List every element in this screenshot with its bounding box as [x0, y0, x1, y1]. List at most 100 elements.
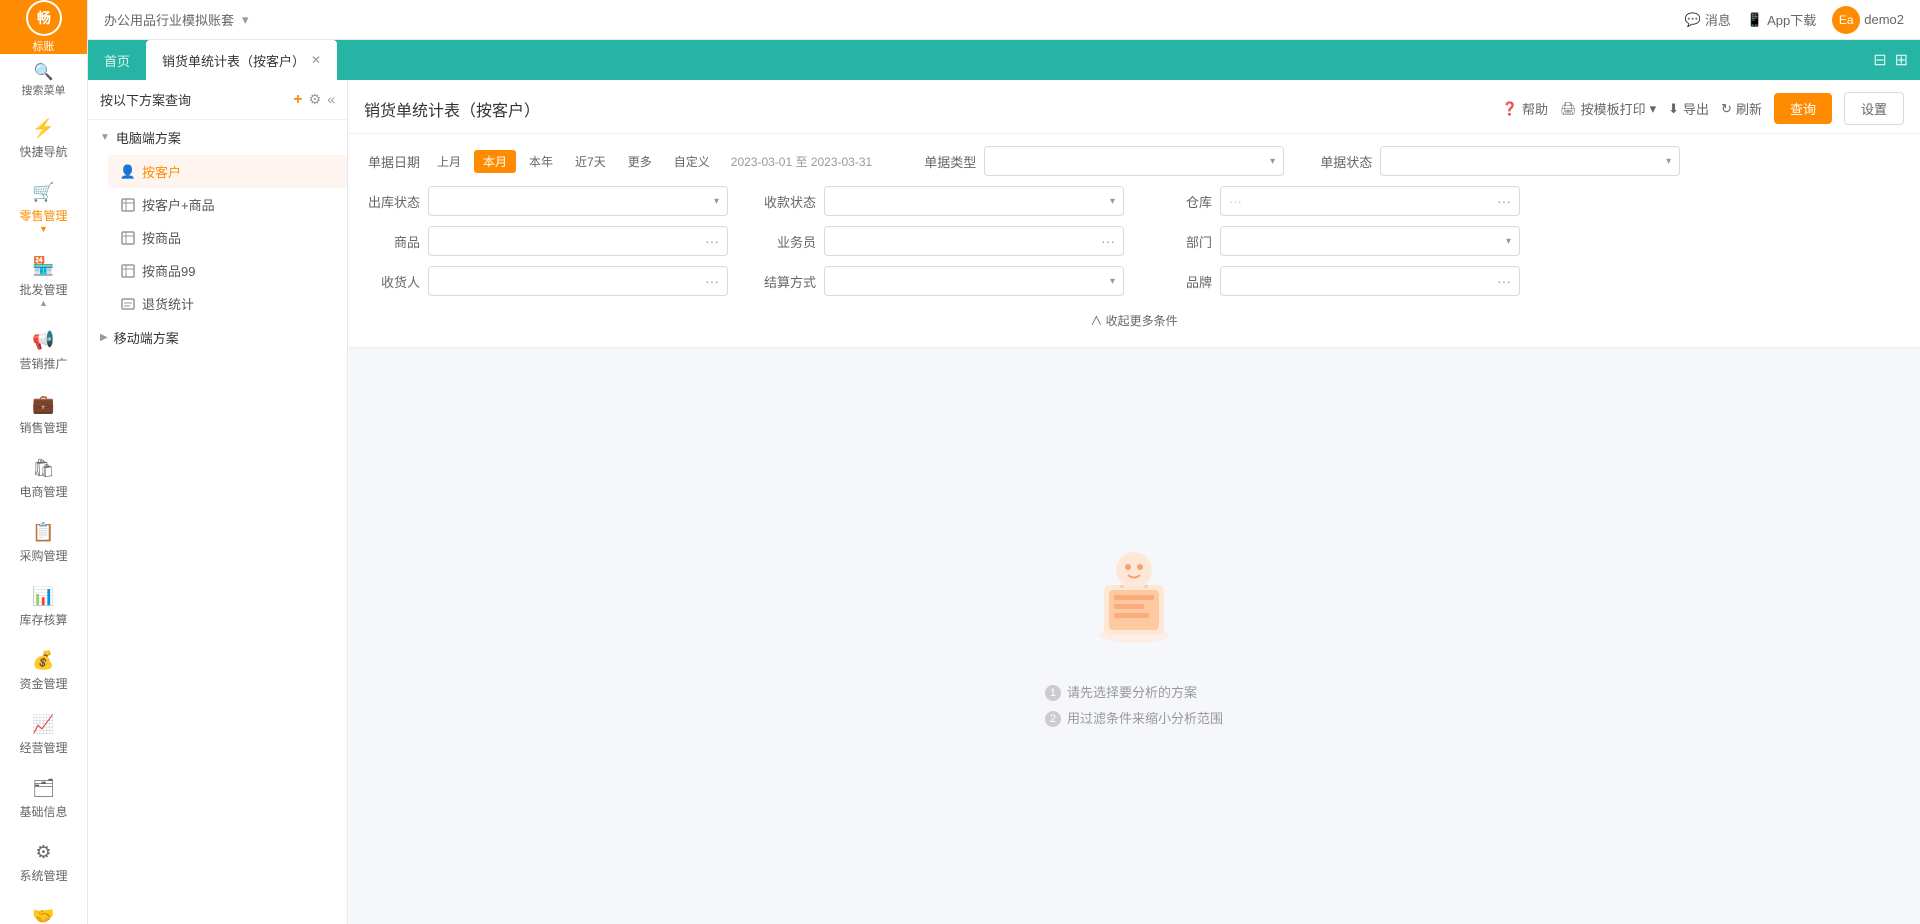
header-left: 办公用品行业模拟账套 ▾ [104, 10, 249, 29]
collapse-filters-button[interactable]: ∧ 收起更多条件 [1090, 306, 1177, 335]
status-label: 单据状态 [1316, 152, 1372, 171]
department-dropdown-icon: ▾ [1506, 236, 1511, 247]
settings-scheme-button[interactable]: ⚙ [309, 91, 322, 109]
sidebar-item-basic[interactable]: 🗂 基础信息 [0, 766, 88, 830]
goods-icon [120, 230, 136, 246]
operation-icon: 📈 [32, 712, 56, 736]
department-select[interactable]: ▾ [1220, 226, 1520, 256]
sidebar-item-finance[interactable]: 💰 资金管理 [0, 638, 88, 702]
sales-icon: 💼 [32, 392, 56, 416]
type-select[interactable]: ▾ [984, 146, 1284, 176]
print-button[interactable]: 🖨 按模板打印 ▾ [1560, 99, 1656, 118]
warehouse-input[interactable]: ··· ··· [1220, 186, 1520, 216]
date-current-month-btn[interactable]: 本月 [474, 150, 516, 173]
sidebar-item-marketing[interactable]: 📢 营销推广 [0, 318, 88, 382]
app-download-button[interactable]: 📱 App下载 [1747, 10, 1816, 29]
help-button[interactable]: ❓ 帮助 [1502, 99, 1548, 118]
content-area: 按以下方案查询 + ⚙ « ▼ 电脑端方案 👤 按客户 [88, 80, 1920, 924]
date-label: 单据日期 [364, 152, 420, 171]
tree-child-by-goods[interactable]: 按商品 [108, 221, 347, 254]
filter-type: 单据类型 ▾ [920, 146, 1284, 176]
settlement-dropdown-icon: ▾ [1110, 276, 1115, 287]
query-button[interactable]: 查询 [1774, 93, 1832, 124]
sidebar-logo-text: 标账 [33, 38, 55, 54]
tree-child-by-customer[interactable]: 👤 按客户 [108, 155, 347, 188]
receiver-more-icon[interactable]: ··· [705, 273, 719, 289]
tree-children-pc: 👤 按客户 按客户+商品 按商品 [88, 155, 347, 320]
sidebar-item-ecommerce[interactable]: 🛍 电商管理 [0, 446, 88, 510]
tree-parent-mobile[interactable]: ▶ 移动端方案 [88, 320, 347, 355]
page-title: 销货单统计表（按客户） [364, 97, 540, 121]
date-more-btn[interactable]: 更多 [619, 150, 661, 173]
date-last-month-btn[interactable]: 上月 [428, 150, 470, 173]
payment-status-select[interactable]: ▾ [824, 186, 1124, 216]
search-menu-item[interactable]: 🔍 搜索菜单 [0, 54, 88, 106]
tab-close-button[interactable]: ✕ [311, 53, 321, 67]
sidebar-item-operation[interactable]: 📈 经营管理 [0, 702, 88, 766]
empty-tip-2: 2 用过滤条件来缩小分析范围 [1045, 706, 1223, 732]
svg-text:畅: 畅 [37, 10, 51, 26]
tree-parent-pc[interactable]: ▼ 电脑端方案 [88, 120, 347, 155]
inventory-icon: 📊 [32, 584, 56, 608]
date-custom-btn[interactable]: 自定义 [665, 150, 719, 173]
brand-more-icon[interactable]: ··· [1497, 273, 1511, 289]
tree-child-return-stats[interactable]: 退货统计 [108, 287, 347, 320]
marketing-icon: 📢 [32, 328, 56, 352]
type-dropdown-icon: ▾ [1270, 156, 1275, 167]
sidebar-item-cooperation[interactable]: 🤝 企业协同 [0, 894, 88, 924]
brand-label: 品牌 [1156, 272, 1212, 291]
user-avatar-button[interactable]: Ea demo2 [1832, 6, 1904, 34]
brand-input[interactable]: ··· [1220, 266, 1520, 296]
add-scheme-button[interactable]: + [293, 91, 302, 109]
receiver-input[interactable]: ··· [428, 266, 728, 296]
download-icon: 📱 [1747, 12, 1763, 28]
purchase-icon: 📋 [32, 520, 56, 544]
sidebar-item-system[interactable]: ⚙ 系统管理 [0, 830, 88, 894]
sidebar-item-sales[interactable]: 💼 销售管理 [0, 382, 88, 446]
salesperson-input[interactable]: ··· [824, 226, 1124, 256]
sidebar-item-retail[interactable]: 🛒 零售管理 ▼ [0, 170, 88, 244]
goods-more-icon[interactable]: ··· [705, 233, 719, 249]
refresh-button[interactable]: ↻ 刷新 [1721, 99, 1762, 118]
tree-collapse-icon: ▶ [100, 332, 108, 343]
tab-minimize-button[interactable]: ⊟ [1873, 50, 1886, 70]
date-last-7days-btn[interactable]: 近7天 [566, 150, 615, 173]
status-select[interactable]: ▾ [1380, 146, 1680, 176]
goods-label: 商品 [364, 232, 420, 251]
tab-sales-stats[interactable]: 销货单统计表（按客户） ✕ [146, 40, 337, 80]
tab-expand-button[interactable]: ⊞ [1895, 50, 1908, 70]
sidebar-item-inventory[interactable]: 📊 库存核算 [0, 574, 88, 638]
type-label: 单据类型 [920, 152, 976, 171]
tip-num-2: 2 [1045, 711, 1061, 727]
customer-goods-icon [120, 197, 136, 213]
tree-child-by-customer-goods[interactable]: 按客户+商品 [108, 188, 347, 221]
sidebar-item-quicknav[interactable]: ⚡ 快捷导航 [0, 106, 88, 170]
retail-icon: 🛒 [32, 180, 56, 204]
breadcrumb-dropdown-icon[interactable]: ▾ [242, 12, 249, 28]
filter-goods: 商品 ··· [364, 226, 728, 256]
date-current-year-btn[interactable]: 本年 [520, 150, 562, 173]
salesperson-label: 业务员 [760, 232, 816, 251]
settlement-select[interactable]: ▾ [824, 266, 1124, 296]
tab-home[interactable]: 首页 [88, 40, 146, 80]
sidebar-item-wholesale[interactable]: 🏪 批发管理 ▲ [0, 244, 88, 318]
out-status-select[interactable]: ▾ [428, 186, 728, 216]
message-button[interactable]: 💬 消息 [1685, 10, 1731, 29]
finance-icon: 💰 [32, 648, 56, 672]
export-button[interactable]: ⬇ 导出 [1668, 99, 1709, 118]
left-panel-actions: + ⚙ « [293, 91, 335, 109]
warehouse-more-icon[interactable]: ··· [1497, 193, 1511, 209]
left-panel: 按以下方案查询 + ⚙ « ▼ 电脑端方案 👤 按客户 [88, 80, 348, 924]
payment-status-label: 收款状态 [760, 192, 816, 211]
header-right: 💬 消息 📱 App下载 Ea demo2 [1685, 6, 1904, 34]
settings-button[interactable]: 设置 [1844, 92, 1904, 125]
sidebar-item-purchase[interactable]: 📋 采购管理 [0, 510, 88, 574]
page-header: 销货单统计表（按客户） ❓ 帮助 🖨 按模板打印 ▾ ⬇ 导出 [348, 80, 1920, 134]
print-icon: 🖨 [1560, 101, 1577, 117]
collapse-panel-button[interactable]: « [327, 91, 335, 109]
tree-child-by-goods-99[interactable]: 按商品99 [108, 254, 347, 287]
salesperson-more-icon[interactable]: ··· [1101, 233, 1115, 249]
filter-settlement: 结算方式 ▾ [760, 266, 1124, 296]
out-status-dropdown-icon: ▾ [714, 196, 719, 207]
goods-input[interactable]: ··· [428, 226, 728, 256]
